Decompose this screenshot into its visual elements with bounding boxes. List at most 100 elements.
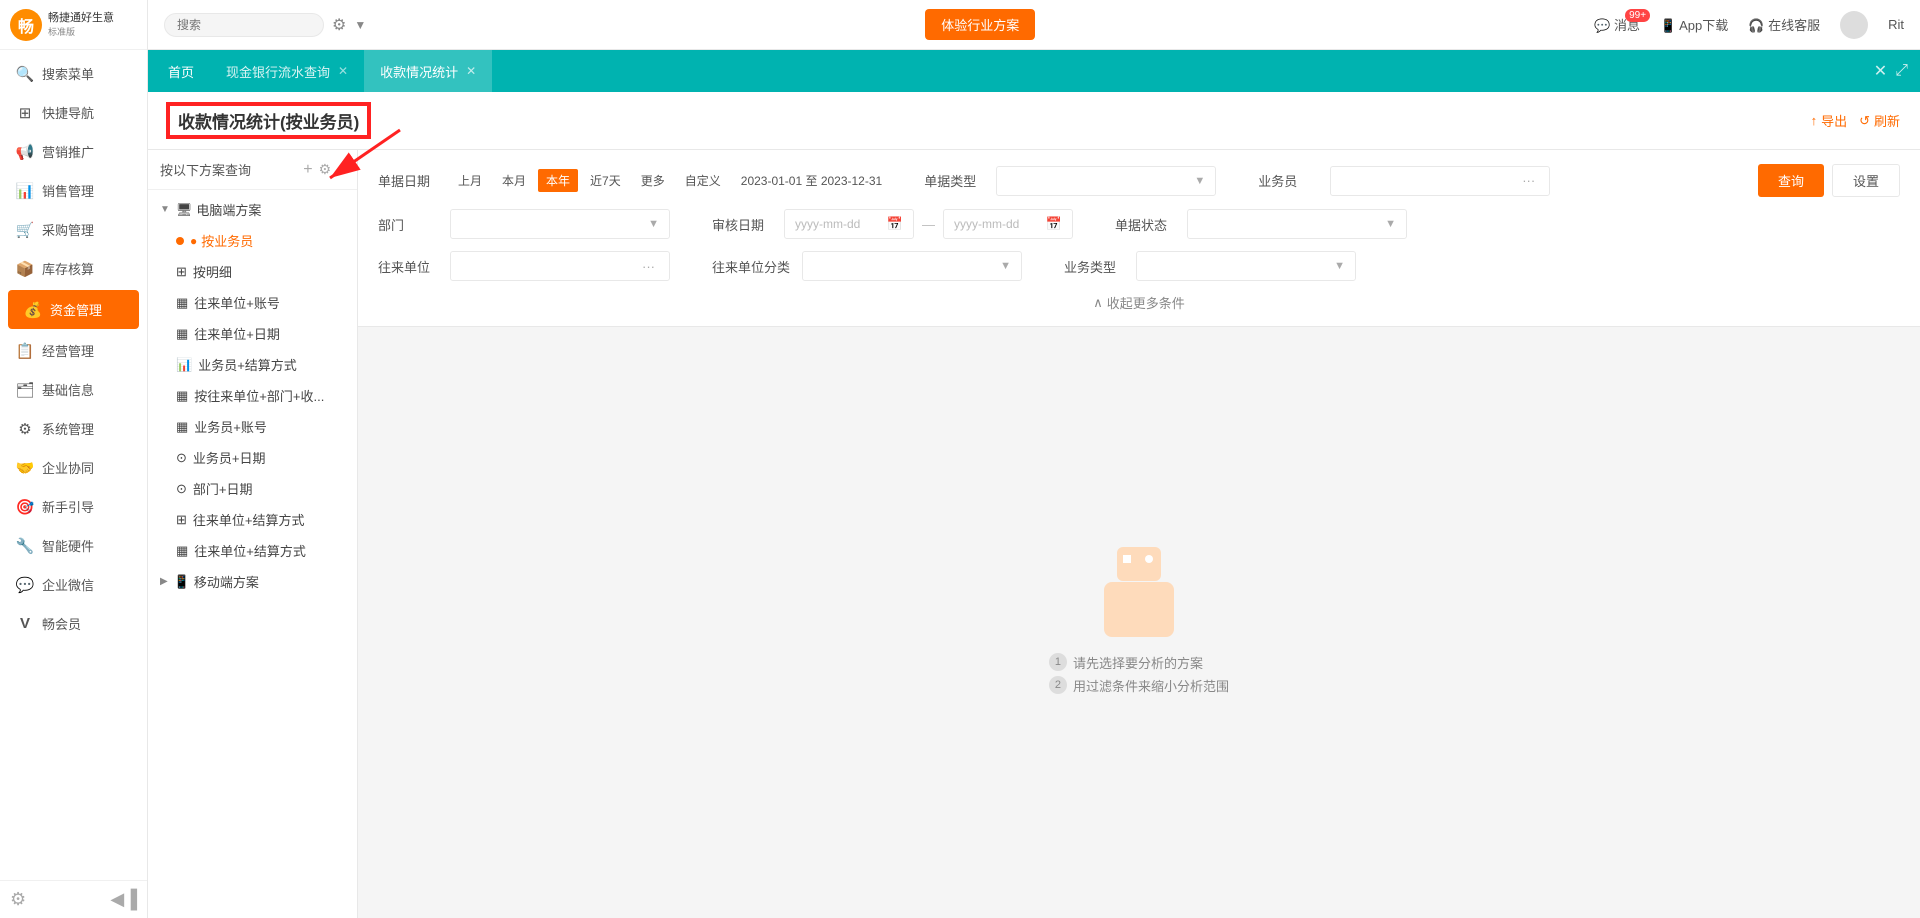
operation-icon: 📋 xyxy=(16,342,34,360)
audit-date-end[interactable]: yyyy-mm-dd 📅 xyxy=(943,209,1073,239)
scheme-item-unit-settlement1[interactable]: ⊞ 往来单位+结算方式 xyxy=(148,504,357,535)
tab-home[interactable]: 首页 xyxy=(152,62,210,81)
header-right: 💬 消息 99+ 📱 App下载 🎧 在线客服 Rit xyxy=(1594,11,1904,39)
sidebar-item-purchase[interactable]: 🛒 采购管理 xyxy=(0,210,147,249)
scheme-item-by-salesperson[interactable]: ● 按业务员 xyxy=(148,225,357,256)
user-avatar[interactable] xyxy=(1840,11,1868,39)
scheme-item-salesperson-date[interactable]: ⊙ 业务员+日期 xyxy=(148,442,357,473)
sidebar-collapse-icon[interactable]: ◀▐ xyxy=(110,889,137,910)
doc-status-label: 单据状态 xyxy=(1115,215,1175,234)
sales-icon: 📊 xyxy=(16,182,34,200)
trial-button[interactable]: 体验行业方案 xyxy=(925,9,1035,40)
date-preset-7days[interactable]: 近7天 xyxy=(582,169,629,192)
scheme-item-dept-date[interactable]: ⊙ 部门+日期 xyxy=(148,473,357,504)
dept-select[interactable]: ▼ xyxy=(450,209,670,239)
salesperson-label: 业务员 xyxy=(1258,171,1318,190)
scheme-item-unit-account[interactable]: ▦ 往来单位+账号 xyxy=(148,287,357,318)
sidebar-item-search[interactable]: 🔍 搜索菜单 xyxy=(0,54,147,93)
business-type-select[interactable]: ▼ xyxy=(1136,251,1356,281)
date-range-display: 2023-01-01 至 2023-12-31 xyxy=(741,172,882,189)
notification-area[interactable]: 💬 消息 99+ xyxy=(1594,15,1640,34)
sidebar-item-sales[interactable]: 📊 销售管理 xyxy=(0,171,147,210)
sidebar-item-basic[interactable]: 🗂 基础信息 xyxy=(0,370,147,409)
tab-close-all-btn[interactable]: ✕ xyxy=(1874,61,1887,81)
scheme-item-unit-date[interactable]: ▦ 往来单位+日期 xyxy=(148,318,357,349)
refresh-button[interactable]: ↺ 刷新 xyxy=(1859,111,1900,130)
sidebar-item-inventory[interactable]: 📦 库存核算 xyxy=(0,249,147,288)
audit-date-range: yyyy-mm-dd 📅 — yyyy-mm-dd 📅 xyxy=(784,209,1073,239)
scheme-add-btn[interactable]: + xyxy=(303,161,312,179)
doc-type-select[interactable]: ▼ xyxy=(996,166,1216,196)
online-service[interactable]: 🎧 在线客服 xyxy=(1748,15,1820,34)
header-left: ⚙ ▼ xyxy=(164,13,366,37)
unit-account-icon: ▦ xyxy=(176,295,188,311)
sidebar-item-hardware[interactable]: 🔧 智能硬件 xyxy=(0,526,147,565)
mobile-icon: 📱 xyxy=(174,574,190,590)
scheme-item-unit-dept[interactable]: ▦ 按往来单位+部门+收... xyxy=(148,380,357,411)
filter-settings-button[interactable]: 设置 xyxy=(1832,164,1900,197)
salesperson-more-btn[interactable]: ··· xyxy=(1522,173,1535,188)
sidebar-item-system[interactable]: ⚙ 系统管理 xyxy=(0,409,147,448)
basic-icon: 🗂 xyxy=(16,381,34,399)
enterprise-icon: 🤝 xyxy=(16,459,34,477)
tab-bank[interactable]: 现金银行流水查询 ✕ xyxy=(210,50,364,92)
sidebar-item-quick[interactable]: ⊞ 快捷导航 xyxy=(0,93,147,132)
salesperson-select[interactable]: ··· xyxy=(1330,166,1550,196)
tab-expand-btn[interactable]: ⤢ xyxy=(1895,62,1908,80)
scheme-item-salesperson-account[interactable]: ▦ 业务员+账号 xyxy=(148,411,357,442)
empty-state: 1 请先选择要分析的方案 2 用过滤条件来缩小分析范围 xyxy=(1049,547,1229,699)
app-download[interactable]: 📱 App下载 xyxy=(1660,15,1728,34)
sidebar-item-guide[interactable]: 🎯 新手引导 xyxy=(0,487,147,526)
counterpart-select[interactable]: ··· xyxy=(450,251,670,281)
dept-label: 部门 xyxy=(378,215,438,234)
tab-receipt-close[interactable]: ✕ xyxy=(466,64,476,78)
counterpart-more-btn[interactable]: ··· xyxy=(642,259,655,274)
tab-bank-close[interactable]: ✕ xyxy=(338,64,348,78)
sidebar-item-enterprise[interactable]: 🤝 企业协同 xyxy=(0,448,147,487)
date-preset-more[interactable]: 更多 xyxy=(633,169,673,192)
doc-type-chevron: ▼ xyxy=(1194,175,1205,187)
quick-icon: ⊞ xyxy=(16,104,34,122)
logo-badge: 标准版 xyxy=(48,25,114,38)
scheme-settings-btn[interactable]: ⚙ xyxy=(319,161,332,178)
salesperson-icon: ● xyxy=(190,234,197,248)
tab-receipt[interactable]: 收款情况统计 ✕ xyxy=(364,50,492,92)
page-title: 收款情况统计(按业务员) xyxy=(168,104,369,137)
scheme-collapse-btn[interactable]: « xyxy=(337,162,345,178)
scheme-item-salesperson-settlement[interactable]: 📊 业务员+结算方式 xyxy=(148,349,357,380)
date-preset-custom[interactable]: 自定义 xyxy=(677,169,729,192)
scheme-group-desktop: ▼ 🖥 电脑端方案 ● 按业务员 ⊞ 按明细 xyxy=(148,194,357,566)
sidebar-item-member[interactable]: V 畅会员 xyxy=(0,604,147,643)
collapse-filters-btn[interactable]: ∧ 收起更多条件 xyxy=(378,293,1900,312)
sidebar-item-operation[interactable]: 📋 经营管理 xyxy=(0,331,147,370)
scheme-item-by-detail[interactable]: ⊞ 按明细 xyxy=(148,256,357,287)
counterpart-category-label: 往来单位分类 xyxy=(712,257,790,276)
header-search-input[interactable] xyxy=(164,13,324,37)
scheme-group-mobile-title[interactable]: ▶ 📱 移动端方案 xyxy=(148,566,357,597)
filter-row-2: 部门 ▼ 审核日期 yyyy-mm-dd 📅 — xyxy=(378,209,1900,239)
sidebar-settings-icon[interactable]: ⚙ xyxy=(10,889,26,910)
date-preset-last-month[interactable]: 上月 xyxy=(450,169,490,192)
counterpart-category-select[interactable]: ▼ xyxy=(802,251,1022,281)
date-preset-this-month[interactable]: 本月 xyxy=(494,169,534,192)
unit-settlement2-icon: ▦ xyxy=(176,543,188,559)
main-area: ⚙ ▼ 体验行业方案 💬 消息 99+ 📱 App下载 🎧 在线客服 Rit 首… xyxy=(148,0,1920,918)
scheme-item-unit-settlement2[interactable]: ▦ 往来单位+结算方式 xyxy=(148,535,357,566)
scheme-group-desktop-title[interactable]: ▼ 🖥 电脑端方案 xyxy=(148,194,357,225)
audit-date-start[interactable]: yyyy-mm-dd 📅 xyxy=(784,209,914,239)
scheme-header-icons: + ⚙ « xyxy=(303,161,345,179)
sidebar-item-capital[interactable]: 💰 资金管理 xyxy=(8,290,139,329)
robot-head xyxy=(1117,547,1161,581)
header-dropdown-icon[interactable]: ▼ xyxy=(354,18,366,32)
query-button[interactable]: 查询 xyxy=(1758,164,1824,197)
dept-date-icon: ⊙ xyxy=(176,481,187,497)
search-icon: 🔍 xyxy=(16,65,34,83)
header-settings-icon[interactable]: ⚙ xyxy=(332,15,346,35)
doc-status-chevron: ▼ xyxy=(1385,218,1396,230)
date-preset-this-year[interactable]: 本年 xyxy=(538,169,578,192)
export-button[interactable]: ↑ 导出 xyxy=(1811,111,1848,130)
sidebar-item-wechat[interactable]: 💬 企业微信 xyxy=(0,565,147,604)
doc-status-select[interactable]: ▼ xyxy=(1187,209,1407,239)
sidebar-item-marketing[interactable]: 📢 营销推广 xyxy=(0,132,147,171)
logo-text-block: 畅捷通好生意 标准版 xyxy=(48,11,114,38)
